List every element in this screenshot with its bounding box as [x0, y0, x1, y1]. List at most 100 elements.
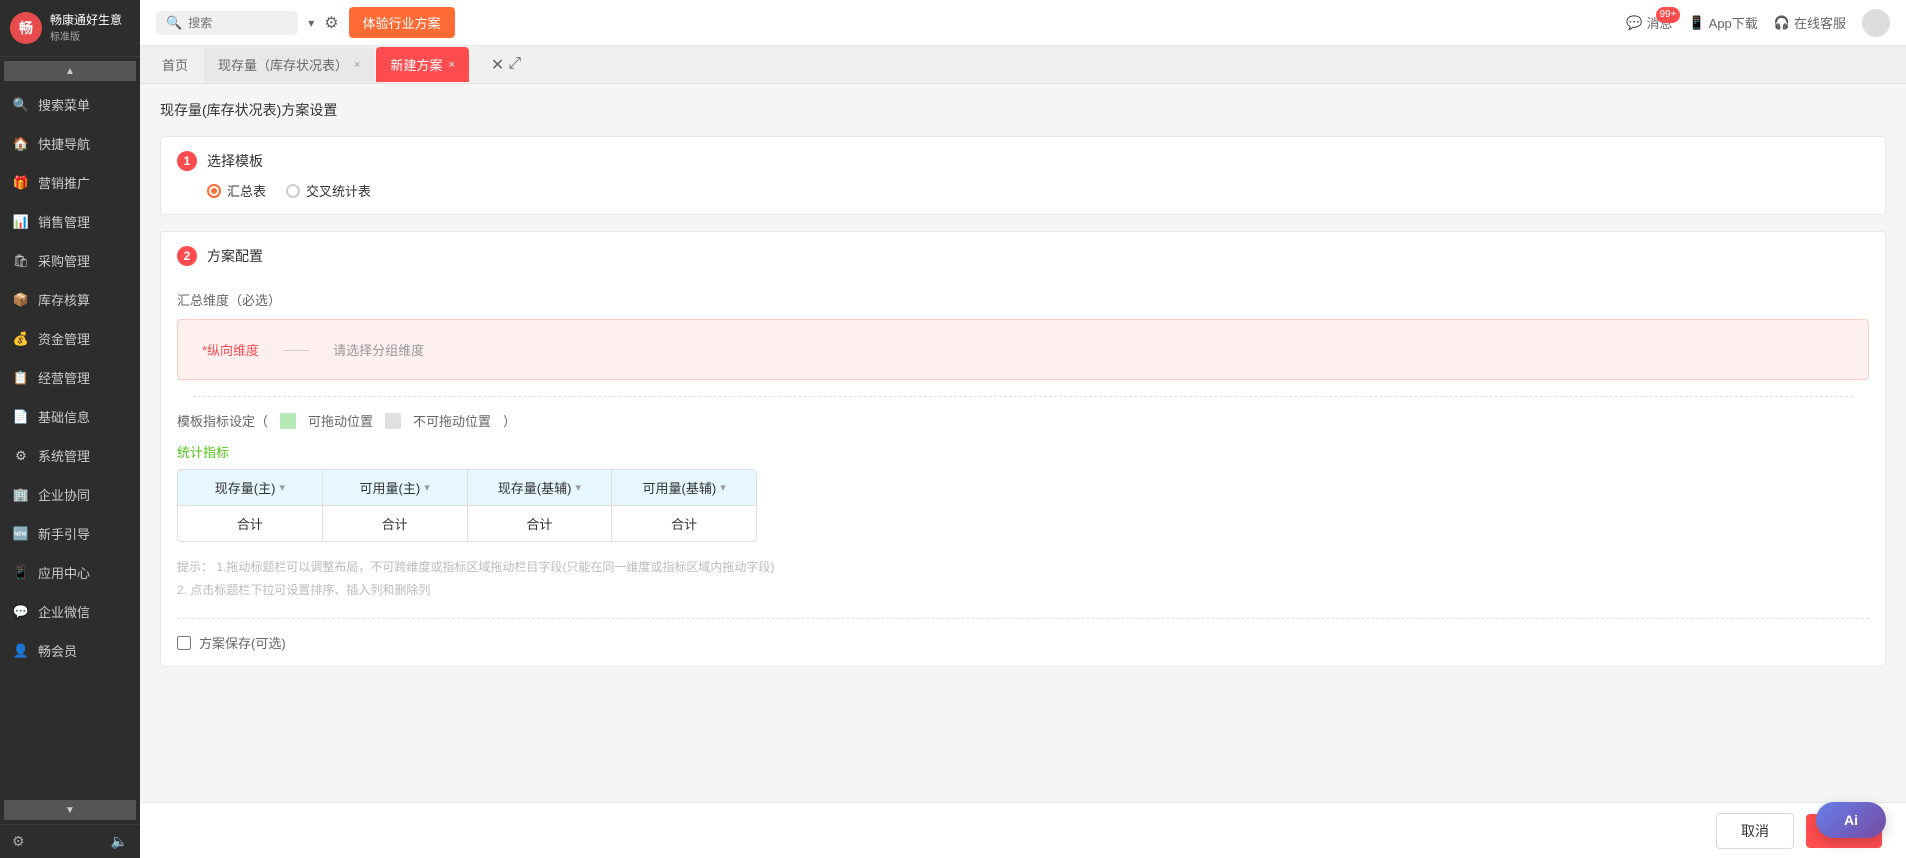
draggable-label: 可拖动位置 — [308, 411, 373, 430]
stats-table-body: 合计 合计 合计 合计 — [178, 505, 756, 541]
service-icon: 🎧 — [1774, 15, 1790, 31]
stats-col-2[interactable]: 现存量(基辅) ▾ — [468, 470, 613, 505]
tab-home[interactable]: 首页 — [148, 47, 202, 82]
tab-inventory[interactable]: 现存量（库存状况表） × — [204, 47, 374, 82]
sidebar-item-app-center[interactable]: 📱 应用中心 — [0, 553, 140, 592]
stats-col-2-label: 现存量(基辅) — [498, 478, 572, 497]
tab-new-scheme-close[interactable]: × — [448, 59, 454, 71]
page-title: 现存量(库存状况表)方案设置 — [160, 100, 1886, 120]
stats-cell-2: 合计 — [468, 505, 613, 541]
trial-industry-button[interactable]: 体验行业方案 — [349, 7, 455, 38]
member-icon: 👤 — [12, 642, 30, 660]
sidebar-item-label: 企业微信 — [38, 602, 90, 621]
sidebar-item-label: 库存核算 — [38, 290, 90, 309]
stats-table: 现存量(主) ▾ 可用量(主) ▾ 现存量(基辅) ▾ — [177, 469, 757, 542]
tip-1: 提示： 1.拖动标题栏可以调整布局，不可跨维度或指标区域拖动栏目字段(只能在同一… — [177, 558, 1869, 575]
sidebar-item-label: 应用中心 — [38, 563, 90, 582]
app-icon: 畅 — [10, 12, 42, 44]
online-service-button[interactable]: 🎧 在线客服 — [1774, 13, 1846, 32]
step1-header: 1 选择模板 — [161, 137, 1885, 181]
bottom-bar: 取消 查询 — [140, 802, 1906, 858]
chevron-down-icon[interactable]: ▾ — [720, 481, 726, 494]
scroll-up-button[interactable]: ▲ — [4, 61, 136, 81]
sidebar-logo: 畅 畅康通好生意 标准版 — [0, 0, 140, 57]
topbar-right: 💬 消息 99+ 📱 App下载 🎧 在线客服 — [1626, 9, 1890, 37]
main-area: 🔍 ▾ ⚙ 体验行业方案 💬 消息 99+ 📱 App下载 🎧 在线客服 — [140, 0, 1906, 858]
sidebar-item-member[interactable]: 👤 畅会员 — [0, 631, 140, 670]
chevron-down-icon[interactable]: ▾ — [279, 481, 285, 494]
sidebar-item-label: 搜索菜单 — [38, 95, 90, 114]
chevron-down-icon[interactable]: ▾ — [424, 481, 430, 494]
sidebar-item-label: 快捷导航 — [38, 134, 90, 153]
window-close-button[interactable]: ✕ — [491, 55, 504, 75]
scroll-down-button[interactable]: ▼ — [4, 800, 136, 820]
save-scheme-checkbox[interactable] — [177, 636, 191, 650]
board-icon: 📋 — [12, 369, 30, 387]
sidebar-item-inventory[interactable]: 📦 库存核算 — [0, 280, 140, 319]
stats-col-1[interactable]: 可用量(主) ▾ — [323, 470, 468, 505]
step1-card: 1 选择模板 汇总表 交叉统计表 — [160, 136, 1886, 215]
chart-icon: 📊 — [12, 213, 30, 231]
sidebar-item-quick-nav[interactable]: 🏠 快捷导航 — [0, 124, 140, 163]
topbar: 🔍 ▾ ⚙ 体验行业方案 💬 消息 99+ 📱 App下载 🎧 在线客服 — [140, 0, 1906, 46]
content-area: 现存量(库存状况表)方案设置 1 选择模板 汇总表 交叉统计表 2 — [140, 84, 1906, 802]
cancel-button[interactable]: 取消 — [1716, 813, 1794, 849]
sidebar-item-sales[interactable]: 📊 销售管理 — [0, 202, 140, 241]
sound-icon[interactable]: 🔈 — [111, 833, 128, 850]
sidebar-item-management[interactable]: 📋 经营管理 — [0, 358, 140, 397]
topbar-dropdown[interactable]: ▾ — [308, 16, 314, 30]
search-icon: 🔍 — [166, 15, 182, 31]
template-summary-option[interactable]: 汇总表 — [207, 181, 266, 200]
radio-cross[interactable] — [286, 184, 300, 198]
info-icon: 📄 — [12, 408, 30, 426]
app-version: 标准版 — [50, 28, 122, 43]
tab-home-label: 首页 — [162, 55, 188, 74]
app-download-button[interactable]: 📱 App下载 — [1688, 13, 1757, 32]
sidebar-item-marketing[interactable]: 🎁 营销推广 — [0, 163, 140, 202]
template-cross-label: 交叉统计表 — [306, 181, 371, 200]
stats-col-3-label: 可用量(基辅) — [643, 478, 717, 497]
ai-label: Ai — [1844, 812, 1858, 828]
guide-icon: 🆕 — [12, 525, 30, 543]
step2-card: 2 方案配置 汇总维度（必选） *纵向维度 —— 请选择分组维度 — [160, 231, 1886, 667]
message-button[interactable]: 💬 消息 99+ — [1626, 13, 1672, 32]
sidebar-scroll-down[interactable]: ▼ — [0, 796, 140, 824]
system-icon: ⚙ — [12, 447, 30, 465]
sidebar-item-finance[interactable]: 💰 资金管理 — [0, 319, 140, 358]
sidebar-item-enterprise[interactable]: 🏢 企业协同 — [0, 475, 140, 514]
message-icon: 💬 — [1626, 15, 1642, 31]
not-draggable-label: 不可拖动位置 — [413, 411, 491, 430]
sidebar-item-purchase[interactable]: 🛍 采购管理 — [0, 241, 140, 280]
sidebar-item-label: 营销推广 — [38, 173, 90, 192]
sidebar-item-basic-info[interactable]: 📄 基础信息 — [0, 397, 140, 436]
tab-inventory-close[interactable]: × — [354, 59, 360, 71]
tab-new-scheme[interactable]: 新建方案 × — [376, 47, 468, 82]
sidebar-item-system[interactable]: ⚙ 系统管理 — [0, 436, 140, 475]
sidebar-item-label: 系统管理 — [38, 446, 90, 465]
search-input[interactable] — [188, 16, 288, 30]
window-expand-button[interactable]: ⤢ — [508, 55, 521, 75]
topbar-search-box[interactable]: 🔍 — [156, 11, 298, 35]
sidebar-item-wechat[interactable]: 💬 企业微信 — [0, 592, 140, 631]
sidebar-scroll-up[interactable]: ▲ — [0, 57, 140, 85]
gift-icon: 🎁 — [12, 174, 30, 192]
step2-title: 方案配置 — [207, 246, 263, 266]
indicator-settings-end: ） — [503, 411, 516, 430]
ai-fab-button[interactable]: Ai — [1816, 802, 1886, 838]
stats-col-3[interactable]: 可用量(基辅) ▾ — [612, 470, 756, 505]
sidebar-bottom: ⚙ 🔈 — [0, 824, 140, 858]
wallet-icon: 💰 — [12, 330, 30, 348]
indicator-settings-label: 模板指标设定（ — [177, 411, 268, 430]
compass-icon: 🏠 — [12, 135, 30, 153]
settings-icon[interactable]: ⚙ — [12, 833, 25, 850]
chevron-down-icon[interactable]: ▾ — [575, 481, 581, 494]
sidebar-item-search[interactable]: 🔍 搜索菜单 — [0, 85, 140, 124]
sidebar-item-new-guide[interactable]: 🆕 新手引导 — [0, 514, 140, 553]
template-cross-option[interactable]: 交叉统计表 — [286, 181, 371, 200]
topbar-gear-button[interactable]: ⚙ — [324, 13, 338, 33]
template-options: 汇总表 交叉统计表 — [161, 181, 1885, 214]
user-avatar[interactable] — [1862, 9, 1890, 37]
stats-col-0[interactable]: 现存量(主) ▾ — [178, 470, 323, 505]
sidebar-nav: 🔍 搜索菜单 🏠 快捷导航 🎁 营销推广 📊 销售管理 🛍 采购管理 📦 库存核… — [0, 85, 140, 796]
radio-summary[interactable] — [207, 184, 221, 198]
